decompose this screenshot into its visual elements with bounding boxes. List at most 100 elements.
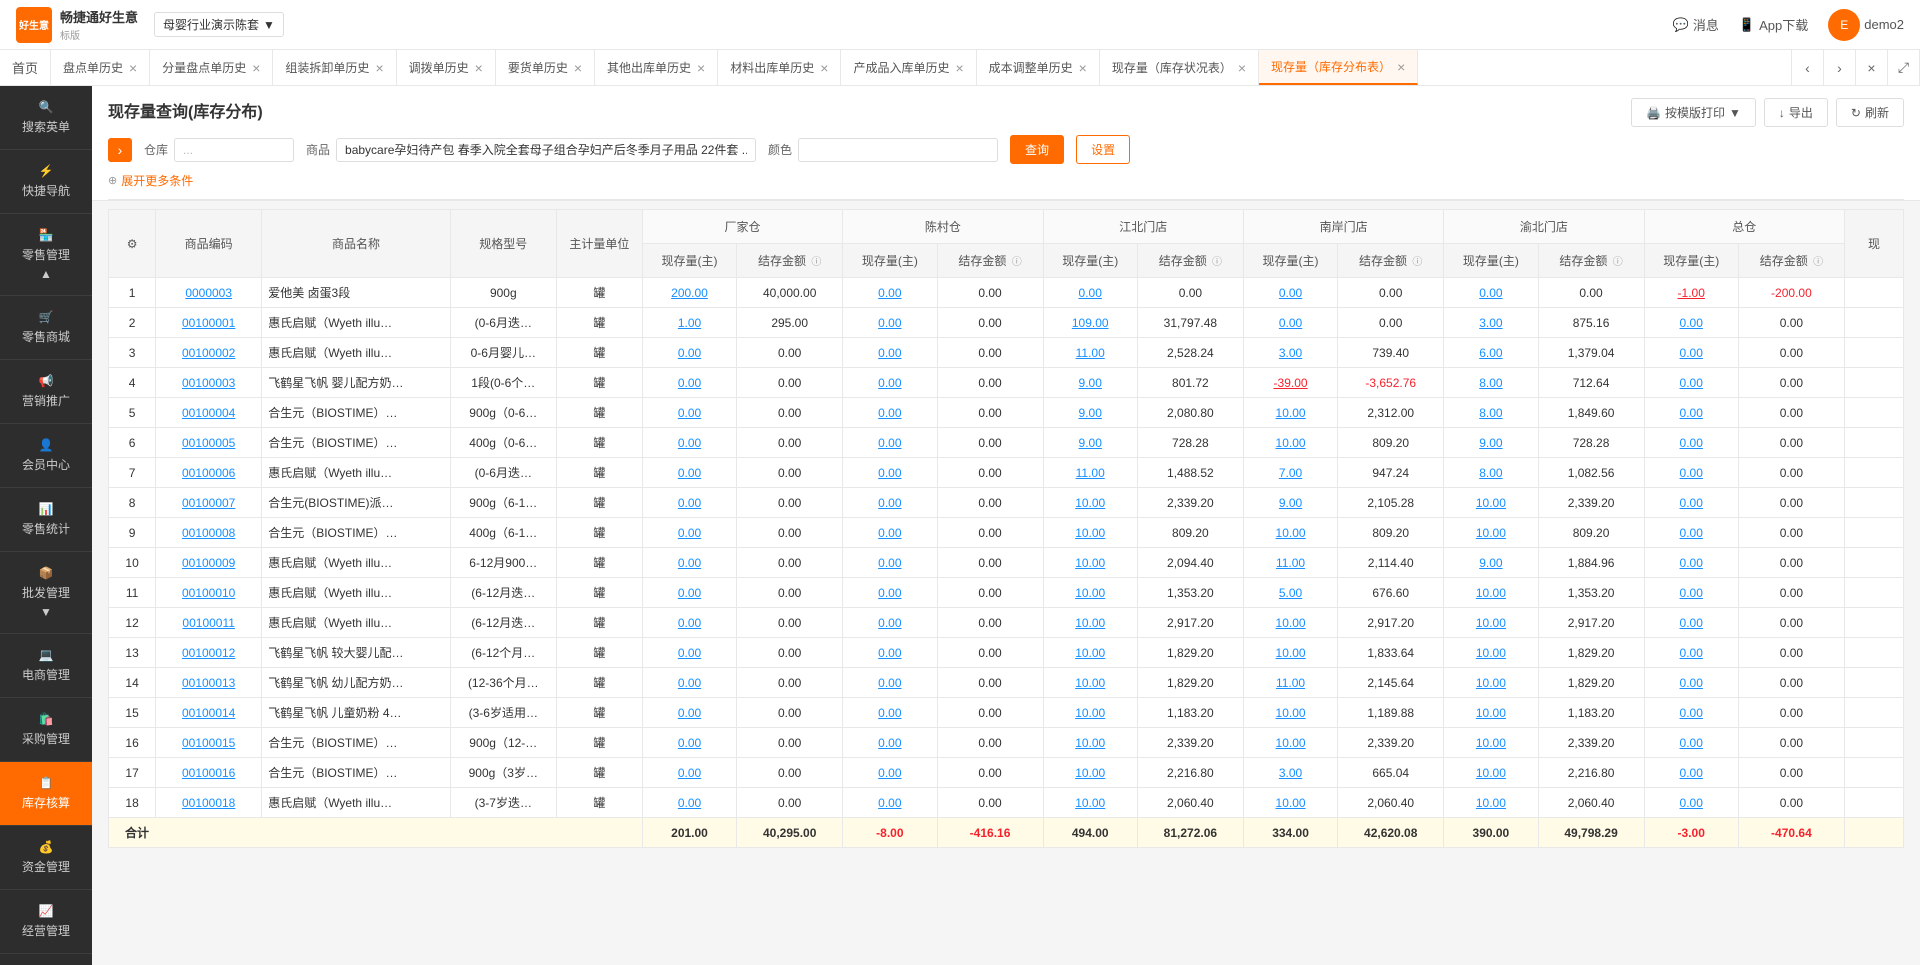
row-na-qty[interactable]: 10.00 <box>1243 698 1337 728</box>
batch-print-btn[interactable]: 🖨️ 按模版打印 ▼ <box>1631 98 1756 127</box>
row-na-qty[interactable]: 11.00 <box>1243 548 1337 578</box>
row-cc-qty[interactable]: 0.00 <box>843 758 937 788</box>
row-yb-qty[interactable]: 10.00 <box>1444 668 1538 698</box>
sidebar-item-operations[interactable]: 📈 经营管理 <box>0 890 92 954</box>
company-dropdown[interactable]: 母婴行业演示陈套 ▼ <box>154 12 284 37</box>
row-fj-qty[interactable]: 0.00 <box>642 488 736 518</box>
row-total-qty[interactable]: 0.00 <box>1644 308 1738 338</box>
row-total-qty[interactable]: 0.00 <box>1644 368 1738 398</box>
row-jb-qty[interactable]: 10.00 <box>1043 668 1137 698</box>
row-na-qty[interactable]: 10.00 <box>1243 608 1337 638</box>
row-cc-qty[interactable]: 0.00 <box>843 428 937 458</box>
row-na-qty[interactable]: 0.00 <box>1243 308 1337 338</box>
tab-home[interactable]: 首页 <box>0 50 51 85</box>
tab-prev-btn[interactable]: ‹ <box>1792 50 1824 86</box>
sidebar-item-retail-stats[interactable]: 📊 零售统计 <box>0 488 92 552</box>
table-scroll-container[interactable]: ⚙ 商品编码 商品名称 规格型号 主计量单位 厂家仓 陈村仓 江北门店 南岸门店… <box>108 209 1904 848</box>
row-jb-qty[interactable]: 9.00 <box>1043 428 1137 458</box>
row-yb-qty[interactable]: 9.00 <box>1444 548 1538 578</box>
sidebar-item-wholesale[interactable]: 📦 批发管理 ▼ <box>0 552 92 634</box>
row-cc-qty[interactable]: 0.00 <box>843 488 937 518</box>
settings-btn[interactable]: 设置 <box>1076 135 1130 164</box>
tab-close-icon[interactable]: × <box>574 61 582 75</box>
row-cc-qty[interactable]: 0.00 <box>843 398 937 428</box>
row-total-qty[interactable]: 0.00 <box>1644 608 1738 638</box>
row-total-qty[interactable]: 0.00 <box>1644 728 1738 758</box>
row-code[interactable]: 00100002 <box>156 338 262 368</box>
sidebar-item-quicknav[interactable]: ⚡ 快捷导航 <box>0 150 92 214</box>
tab-xcl-kczk[interactable]: 现存量（库存状况表）× <box>1100 50 1259 85</box>
row-yb-qty[interactable]: 10.00 <box>1444 758 1538 788</box>
row-yb-qty[interactable]: 10.00 <box>1444 788 1538 818</box>
warehouse-input[interactable] <box>174 138 294 162</box>
row-code[interactable]: 00100001 <box>156 308 262 338</box>
row-total-qty[interactable]: 0.00 <box>1644 758 1738 788</box>
row-yb-qty[interactable]: 10.00 <box>1444 518 1538 548</box>
row-total-qty[interactable]: 0.00 <box>1644 338 1738 368</box>
row-cc-qty[interactable]: 0.00 <box>843 578 937 608</box>
row-yb-qty[interactable]: 10.00 <box>1444 578 1538 608</box>
fj-amt-info-icon[interactable]: ⓘ <box>811 257 821 268</box>
expand-more-btn[interactable]: 展开更多条件 <box>121 172 193 189</box>
row-code[interactable]: 00100005 <box>156 428 262 458</box>
row-na-qty[interactable]: 9.00 <box>1243 488 1337 518</box>
row-total-qty[interactable]: 0.00 <box>1644 668 1738 698</box>
row-total-qty[interactable]: 0.00 <box>1644 428 1738 458</box>
row-cc-qty[interactable]: 0.00 <box>843 608 937 638</box>
row-yb-qty[interactable]: 8.00 <box>1444 368 1538 398</box>
row-na-qty[interactable]: 10.00 <box>1243 788 1337 818</box>
row-code[interactable]: 00100011 <box>156 608 262 638</box>
row-jb-qty[interactable]: 9.00 <box>1043 398 1137 428</box>
row-yb-qty[interactable]: 10.00 <box>1444 698 1538 728</box>
message-btn[interactable]: 💬 消息 <box>1673 15 1719 34</box>
row-jb-qty[interactable]: 10.00 <box>1043 728 1137 758</box>
row-fj-qty[interactable]: 0.00 <box>642 518 736 548</box>
row-total-qty[interactable]: 0.00 <box>1644 518 1738 548</box>
row-fj-qty[interactable]: 0.00 <box>642 608 736 638</box>
row-cc-qty[interactable]: 0.00 <box>843 638 937 668</box>
row-yb-qty[interactable]: 10.00 <box>1444 608 1538 638</box>
row-cc-qty[interactable]: 0.00 <box>843 518 937 548</box>
row-jb-qty[interactable]: 10.00 <box>1043 518 1137 548</box>
row-jb-qty[interactable]: 10.00 <box>1043 638 1137 668</box>
row-fj-qty[interactable]: 0.00 <box>642 638 736 668</box>
row-fj-qty[interactable]: 0.00 <box>642 788 736 818</box>
row-code[interactable]: 00100006 <box>156 458 262 488</box>
row-fj-qty[interactable]: 0.00 <box>642 398 736 428</box>
row-na-qty[interactable]: -39.00 <box>1243 368 1337 398</box>
row-fj-qty[interactable]: 0.00 <box>642 668 736 698</box>
row-na-qty[interactable]: 11.00 <box>1243 668 1337 698</box>
row-fj-qty[interactable]: 0.00 <box>642 428 736 458</box>
tab-close-icon[interactable]: × <box>1238 61 1246 75</box>
row-total-qty[interactable]: -1.00 <box>1644 278 1738 308</box>
sidebar-item-purchase[interactable]: 🛍️ 采购管理 <box>0 698 92 762</box>
tab-close-icon[interactable]: × <box>820 61 828 75</box>
tab-ccrk[interactable]: 产成品入库单历史 × <box>841 50 976 85</box>
na-amt-info-icon[interactable]: ⓘ <box>1412 257 1422 268</box>
row-cc-qty[interactable]: 0.00 <box>843 338 937 368</box>
tab-xcl-kcfb[interactable]: 现存量（库存分布表）× <box>1259 50 1418 85</box>
row-total-qty[interactable]: 0.00 <box>1644 698 1738 728</box>
row-fj-qty[interactable]: 0.00 <box>642 368 736 398</box>
row-code[interactable]: 00100009 <box>156 548 262 578</box>
row-yb-qty[interactable]: 9.00 <box>1444 428 1538 458</box>
row-na-qty[interactable]: 5.00 <box>1243 578 1337 608</box>
row-total-qty[interactable]: 0.00 <box>1644 398 1738 428</box>
row-na-qty[interactable]: 3.00 <box>1243 758 1337 788</box>
row-fj-qty[interactable]: 1.00 <box>642 308 736 338</box>
row-cc-qty[interactable]: 0.00 <box>843 788 937 818</box>
row-na-qty[interactable]: 10.00 <box>1243 518 1337 548</box>
row-jb-qty[interactable]: 10.00 <box>1043 488 1137 518</box>
export-btn[interactable]: ↓ 导出 <box>1764 98 1828 127</box>
row-total-qty[interactable]: 0.00 <box>1644 458 1738 488</box>
tab-dbbdl[interactable]: 调拨单历史 × <box>397 50 496 85</box>
row-cc-qty[interactable]: 0.00 <box>843 308 937 338</box>
row-code[interactable]: 00100018 <box>156 788 262 818</box>
row-code[interactable]: 00100004 <box>156 398 262 428</box>
sidebar-item-marketing[interactable]: 📢 营销推广 <box>0 360 92 424</box>
yb-amt-info-icon[interactable]: ⓘ <box>1613 257 1623 268</box>
user-area[interactable]: E demo2 <box>1828 9 1904 41</box>
row-jb-qty[interactable]: 109.00 <box>1043 308 1137 338</box>
sidebar-item-basic-info[interactable]: ℹ️ 基础信息 <box>0 954 92 965</box>
row-cc-qty[interactable]: 0.00 <box>843 548 937 578</box>
